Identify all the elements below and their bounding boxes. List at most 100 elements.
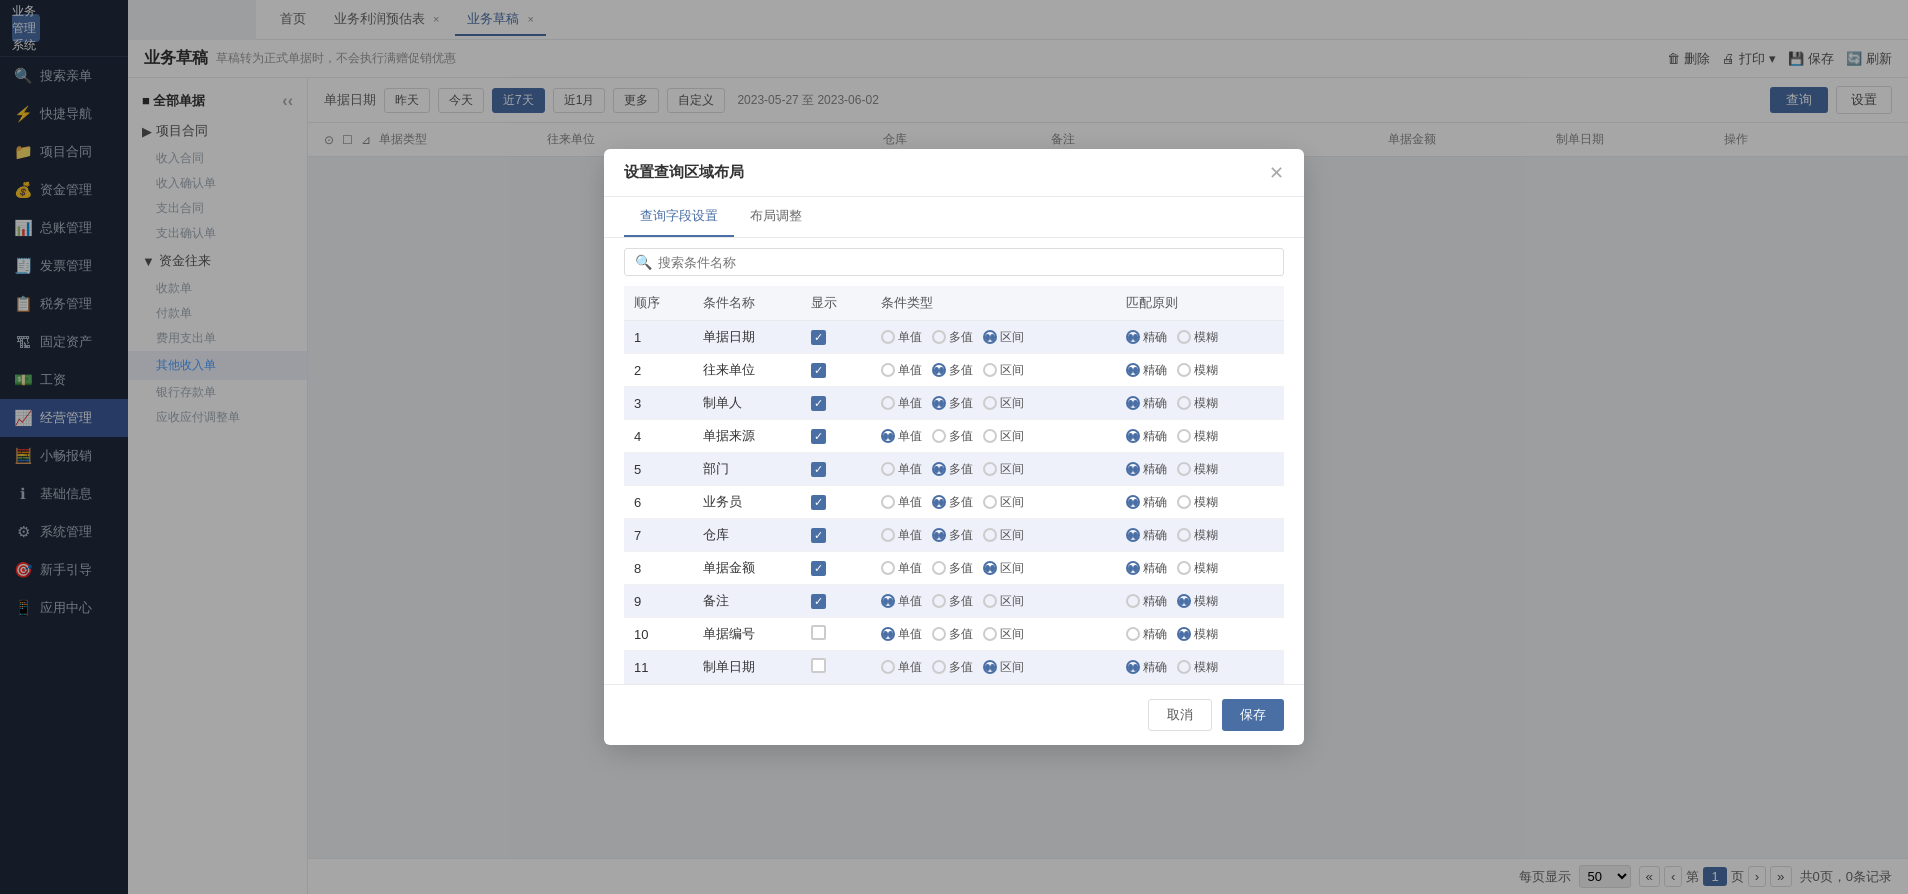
radio-multi[interactable]: 多值 [932, 593, 973, 610]
row-show-checkbox[interactable]: ✓ [801, 519, 870, 552]
radio-exact[interactable]: 精确 [1126, 659, 1167, 676]
radio-exact[interactable]: 精确 [1126, 461, 1167, 478]
row-show-checkbox[interactable] [801, 618, 870, 651]
row-condition-type[interactable]: 单值 多值 区间 [871, 651, 1116, 684]
radio-range[interactable]: 区间 [983, 560, 1024, 577]
row-condition-type[interactable]: 单值 多值 区间 [871, 618, 1116, 651]
checkbox-icon[interactable]: ✓ [811, 329, 826, 344]
radio-fuzzy[interactable]: 模糊 [1177, 659, 1218, 676]
row-show-checkbox[interactable]: ✓ [801, 354, 870, 387]
row-match-principle[interactable]: 精确 模糊 [1116, 519, 1284, 552]
radio-single[interactable]: 单值 [881, 593, 922, 610]
radio-fuzzy[interactable]: 模糊 [1177, 560, 1218, 577]
modal-tab-layout[interactable]: 布局调整 [734, 197, 818, 237]
row-show-checkbox[interactable]: ✓ [801, 585, 870, 618]
row-show-checkbox[interactable]: ✓ [801, 486, 870, 519]
radio-range[interactable]: 区间 [983, 626, 1024, 643]
checkbox-icon[interactable]: ✓ [811, 494, 826, 509]
radio-exact[interactable]: 精确 [1126, 329, 1167, 346]
radio-fuzzy[interactable]: 模糊 [1177, 494, 1218, 511]
row-condition-type[interactable]: 单值 多值 区间 [871, 585, 1116, 618]
row-match-principle[interactable]: 精确 模糊 [1116, 651, 1284, 684]
checkbox-icon[interactable] [811, 628, 826, 643]
radio-single[interactable]: 单值 [881, 527, 922, 544]
radio-exact[interactable]: 精确 [1126, 395, 1167, 412]
radio-exact[interactable]: 精确 [1126, 494, 1167, 511]
radio-multi[interactable]: 多值 [932, 659, 973, 676]
radio-exact[interactable]: 精确 [1126, 362, 1167, 379]
row-condition-type[interactable]: 单值 多值 区间 [871, 486, 1116, 519]
modal-close-button[interactable]: ✕ [1269, 164, 1284, 182]
radio-multi[interactable]: 多值 [932, 428, 973, 445]
radio-exact[interactable]: 精确 [1126, 593, 1167, 610]
radio-fuzzy[interactable]: 模糊 [1177, 329, 1218, 346]
row-show-checkbox[interactable]: ✓ [801, 420, 870, 453]
radio-range[interactable]: 区间 [983, 428, 1024, 445]
checkbox-icon[interactable]: ✓ [811, 527, 826, 542]
radio-single[interactable]: 单值 [881, 560, 922, 577]
radio-single[interactable]: 单值 [881, 461, 922, 478]
radio-multi[interactable]: 多值 [932, 395, 973, 412]
radio-exact[interactable]: 精确 [1126, 527, 1167, 544]
row-show-checkbox[interactable]: ✓ [801, 552, 870, 585]
row-show-checkbox[interactable] [801, 651, 870, 684]
radio-exact[interactable]: 精确 [1126, 626, 1167, 643]
modal-save-button[interactable]: 保存 [1222, 699, 1284, 731]
checkbox-icon[interactable]: ✓ [811, 461, 826, 476]
radio-exact[interactable]: 精确 [1126, 560, 1167, 577]
radio-single[interactable]: 单值 [881, 494, 922, 511]
radio-fuzzy[interactable]: 模糊 [1177, 593, 1218, 610]
radio-range[interactable]: 区间 [983, 461, 1024, 478]
radio-range[interactable]: 区间 [983, 329, 1024, 346]
modal-search-input[interactable] [658, 255, 1273, 270]
radio-single[interactable]: 单值 [881, 329, 922, 346]
checkbox-icon[interactable] [811, 661, 826, 676]
row-condition-type[interactable]: 单值 多值 区间 [871, 552, 1116, 585]
radio-multi[interactable]: 多值 [932, 494, 973, 511]
radio-range[interactable]: 区间 [983, 395, 1024, 412]
row-show-checkbox[interactable]: ✓ [801, 387, 870, 420]
radio-range[interactable]: 区间 [983, 659, 1024, 676]
radio-multi[interactable]: 多值 [932, 461, 973, 478]
radio-range[interactable]: 区间 [983, 593, 1024, 610]
row-show-checkbox[interactable]: ✓ [801, 321, 870, 354]
row-condition-type[interactable]: 单值 多值 区间 [871, 453, 1116, 486]
radio-multi[interactable]: 多值 [932, 527, 973, 544]
radio-range[interactable]: 区间 [983, 362, 1024, 379]
radio-fuzzy[interactable]: 模糊 [1177, 362, 1218, 379]
row-match-principle[interactable]: 精确 模糊 [1116, 552, 1284, 585]
radio-multi[interactable]: 多值 [932, 362, 973, 379]
row-condition-type[interactable]: 单值 多值 区间 [871, 387, 1116, 420]
row-match-principle[interactable]: 精确 模糊 [1116, 387, 1284, 420]
radio-range[interactable]: 区间 [983, 527, 1024, 544]
radio-range[interactable]: 区间 [983, 494, 1024, 511]
checkbox-icon[interactable]: ✓ [811, 362, 826, 377]
checkbox-icon[interactable]: ✓ [811, 428, 826, 443]
checkbox-icon[interactable]: ✓ [811, 593, 826, 608]
radio-single[interactable]: 单值 [881, 395, 922, 412]
row-match-principle[interactable]: 精确 模糊 [1116, 618, 1284, 651]
row-condition-type[interactable]: 单值 多值 区间 [871, 354, 1116, 387]
radio-fuzzy[interactable]: 模糊 [1177, 626, 1218, 643]
row-match-principle[interactable]: 精确 模糊 [1116, 321, 1284, 354]
radio-single[interactable]: 单值 [881, 626, 922, 643]
row-condition-type[interactable]: 单值 多值 区间 [871, 420, 1116, 453]
row-match-principle[interactable]: 精确 模糊 [1116, 420, 1284, 453]
radio-single[interactable]: 单值 [881, 362, 922, 379]
radio-exact[interactable]: 精确 [1126, 428, 1167, 445]
modal-tab-query-fields[interactable]: 查询字段设置 [624, 197, 734, 237]
row-condition-type[interactable]: 单值 多值 区间 [871, 519, 1116, 552]
radio-fuzzy[interactable]: 模糊 [1177, 395, 1218, 412]
row-match-principle[interactable]: 精确 模糊 [1116, 585, 1284, 618]
row-show-checkbox[interactable]: ✓ [801, 453, 870, 486]
row-match-principle[interactable]: 精确 模糊 [1116, 354, 1284, 387]
row-match-principle[interactable]: 精确 模糊 [1116, 486, 1284, 519]
radio-single[interactable]: 单值 [881, 428, 922, 445]
row-condition-type[interactable]: 单值 多值 区间 [871, 321, 1116, 354]
checkbox-icon[interactable]: ✓ [811, 395, 826, 410]
radio-single[interactable]: 单值 [881, 659, 922, 676]
radio-multi[interactable]: 多值 [932, 329, 973, 346]
checkbox-icon[interactable]: ✓ [811, 560, 826, 575]
radio-multi[interactable]: 多值 [932, 560, 973, 577]
radio-multi[interactable]: 多值 [932, 626, 973, 643]
